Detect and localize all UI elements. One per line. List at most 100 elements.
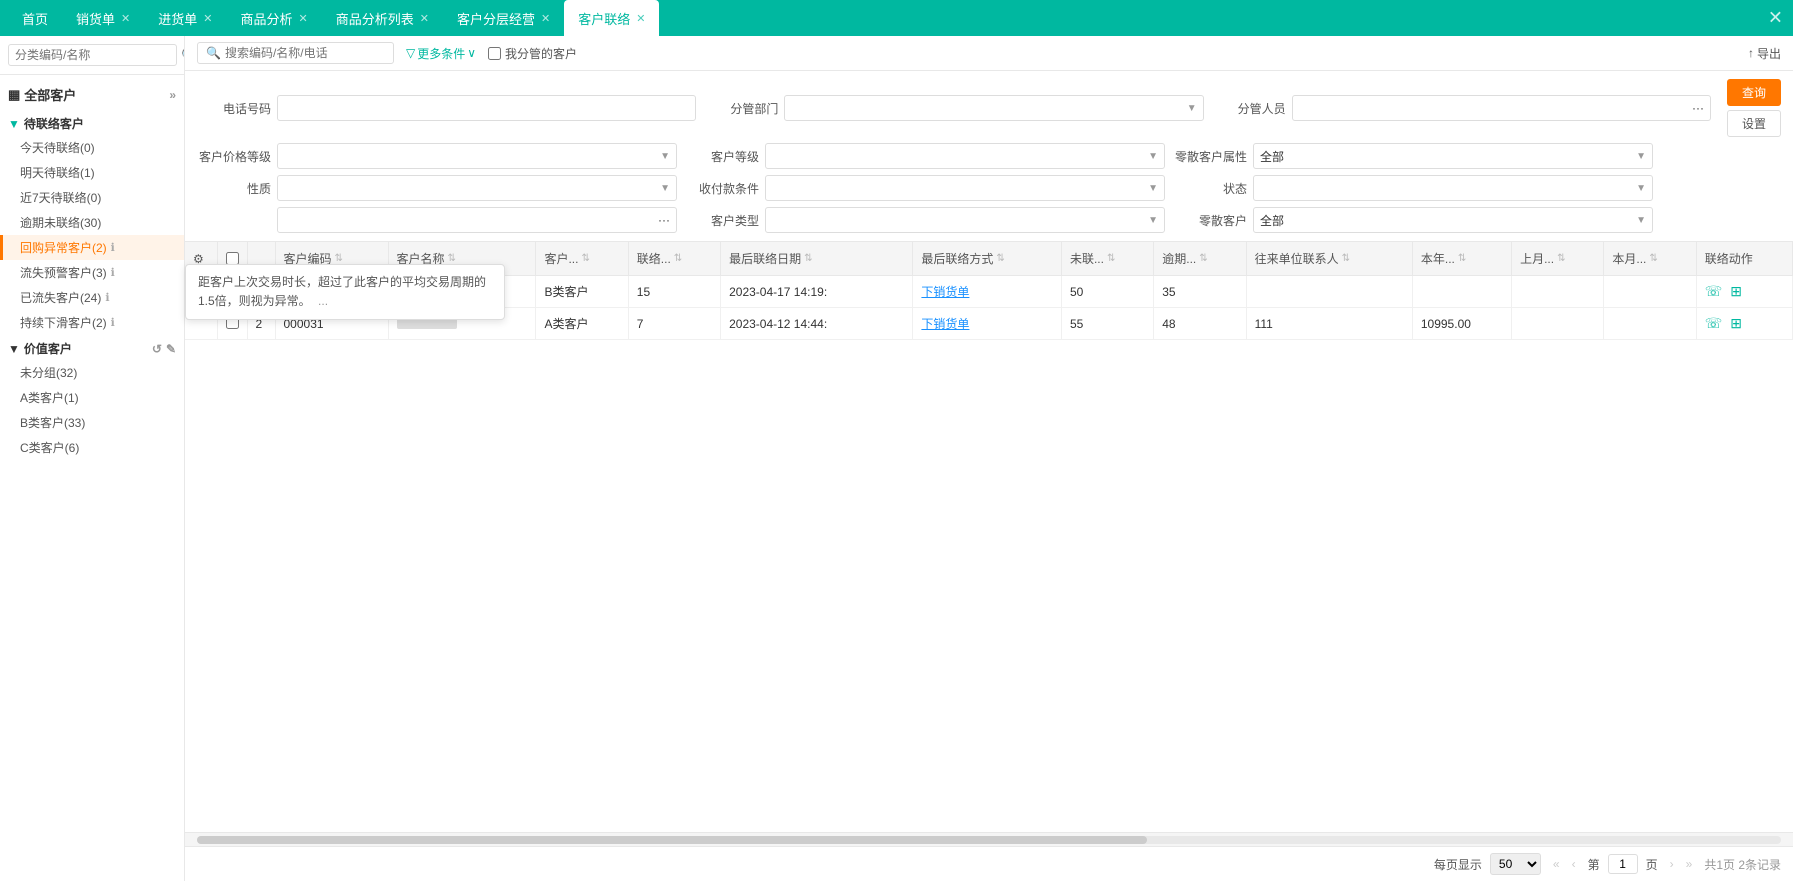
- sidebar-item-overdue[interactable]: 逾期未联络(30): [0, 210, 184, 235]
- th-last-contact-method[interactable]: 最后联络方式 ⇅: [913, 242, 1062, 276]
- filter-dots-select[interactable]: ···: [277, 207, 677, 233]
- sidebar-item-7days[interactable]: 近7天待联络(0): [0, 185, 184, 210]
- th-uncontacted[interactable]: 未联... ⇅: [1061, 242, 1153, 276]
- close-all-button[interactable]: ✕: [1768, 8, 1783, 29]
- per-page-label: 每页显示: [1434, 856, 1482, 873]
- th-this-year[interactable]: 本年... ⇅: [1412, 242, 1511, 276]
- page-size-select[interactable]: 50 20 100: [1490, 853, 1541, 875]
- filter-dept-select[interactable]: ▼: [784, 95, 1203, 121]
- refresh-icon[interactable]: ↺: [152, 342, 162, 356]
- filter-price-level-select[interactable]: ▼: [277, 143, 677, 169]
- prev-page-button[interactable]: ‹: [1568, 856, 1580, 872]
- nav-close-analysis-list[interactable]: ✕: [420, 12, 429, 25]
- sidebar-item-repurchase-abnormal[interactable]: 回购异常客户(2) ℹ: [0, 235, 184, 260]
- tooltip-dots: ...: [318, 294, 328, 308]
- search-input[interactable]: [225, 46, 385, 60]
- method-link-2[interactable]: 下销货单: [921, 317, 969, 331]
- th-this-month[interactable]: 本月... ⇅: [1604, 242, 1696, 276]
- th-this-month-label: 本月...: [1612, 250, 1646, 267]
- sidebar-item-loss-warning[interactable]: 流失预警客户(3) ℹ: [0, 260, 184, 285]
- filter-scattered: 零散客户 全部 ▼: [1173, 207, 1653, 233]
- filter-status-label: 状态: [1173, 180, 1253, 197]
- filter-more-button[interactable]: ▽ 更多条件 ∨: [406, 45, 476, 62]
- edit-icon[interactable]: ✎: [166, 342, 176, 356]
- nav-close-customer-contact[interactable]: ✕: [636, 12, 645, 25]
- nav-item-sales[interactable]: 销货单 ✕: [62, 0, 144, 36]
- filter-payment-select[interactable]: ▼: [765, 175, 1165, 201]
- filter-customer-level-select[interactable]: ▼: [765, 143, 1165, 169]
- last-page-button[interactable]: »: [1682, 856, 1697, 872]
- collapse-icon[interactable]: »: [169, 88, 176, 102]
- nav-item-purchase[interactable]: 进货单 ✕: [144, 0, 226, 36]
- th-customer-type-label: 客户...: [544, 250, 578, 267]
- filter-payment: 收付款条件 ▼: [685, 175, 1165, 201]
- filter-customer-level: 客户等级 ▼: [685, 143, 1165, 169]
- method-link-1[interactable]: 下销货单: [921, 285, 969, 299]
- sidebar-search-bar: 🔍: [0, 36, 184, 75]
- th-last-contact-date[interactable]: 最后联络日期 ⇅: [721, 242, 913, 276]
- scattered-arrow: ▼: [1636, 215, 1646, 226]
- scrollbar-track[interactable]: [197, 836, 1781, 844]
- th-contact-count[interactable]: 联络... ⇅: [628, 242, 720, 276]
- sidebar-all-customers[interactable]: ▦ 全部客户 »: [0, 79, 184, 110]
- sidebar-search-input[interactable]: [8, 44, 177, 66]
- page-number-input[interactable]: [1608, 854, 1638, 874]
- nature-arrow: ▼: [660, 183, 670, 194]
- nav-close-analysis[interactable]: ✕: [299, 12, 308, 25]
- nav-item-analysis-list[interactable]: 商品分析列表 ✕: [322, 0, 443, 36]
- filter-nature-select[interactable]: ▼: [277, 175, 677, 201]
- nav-close-sales[interactable]: ✕: [121, 12, 130, 25]
- th-this-year-label: 本年...: [1421, 250, 1455, 267]
- phone-icon-1[interactable]: ☏: [1705, 283, 1723, 300]
- my-customers-checkbox[interactable]: [488, 47, 501, 60]
- next-page-button[interactable]: ›: [1666, 856, 1678, 872]
- filter-manager-dots: ···: [1692, 101, 1704, 115]
- th-last-contact-date-label: 最后联络日期: [729, 250, 801, 267]
- filter-manager-select[interactable]: ···: [1292, 95, 1711, 121]
- schedule-icon-2[interactable]: ⊞: [1730, 315, 1742, 332]
- filter-action-buttons: 查询 设置: [1727, 79, 1781, 137]
- filter-scattered-attr-select[interactable]: 全部 ▼: [1253, 143, 1653, 169]
- overdue-contact-label: 逾期未联络(30): [20, 214, 101, 231]
- first-page-button[interactable]: «: [1549, 856, 1564, 872]
- td-method-2[interactable]: 下销货单: [913, 308, 1062, 340]
- filter-phone-input[interactable]: [277, 95, 696, 121]
- nav-item-analysis[interactable]: 商品分析 ✕: [226, 0, 321, 36]
- sidebar-item-unclassified[interactable]: 未分组(32): [0, 360, 184, 385]
- sidebar-item-class-a[interactable]: A类客户(1): [0, 385, 184, 410]
- sidebar-item-class-b[interactable]: B类客户(33): [0, 410, 184, 435]
- td-past-2: 111: [1246, 308, 1412, 340]
- sidebar-item-tomorrow[interactable]: 明天待联络(1): [0, 160, 184, 185]
- horizontal-scrollbar[interactable]: [185, 832, 1793, 846]
- filter-status-select[interactable]: ▼: [1253, 175, 1653, 201]
- scrollbar-thumb[interactable]: [197, 836, 1147, 844]
- page-label: 第: [1584, 855, 1604, 874]
- sidebar-section-pending[interactable]: ▼ 待联络客户: [0, 110, 184, 135]
- sidebar-item-lost[interactable]: 已流失客户(24) ℹ: [0, 285, 184, 310]
- status-arrow: ▼: [1636, 183, 1646, 194]
- sort-icon-contact: ⇅: [674, 253, 682, 264]
- nav-close-customer-ops[interactable]: ✕: [541, 12, 550, 25]
- nav-label-home: 首页: [22, 9, 48, 28]
- nav-item-home[interactable]: 首页: [8, 0, 62, 36]
- th-overdue[interactable]: 逾期... ⇅: [1154, 242, 1246, 276]
- filter-scattered-select[interactable]: 全部 ▼: [1253, 207, 1653, 233]
- schedule-icon-1[interactable]: ⊞: [1730, 283, 1742, 300]
- filter-more-label: 更多条件: [417, 45, 465, 62]
- query-button[interactable]: 查询: [1727, 79, 1781, 106]
- search-input-icon: 🔍: [206, 46, 221, 60]
- sidebar-item-today[interactable]: 今天待联络(0): [0, 135, 184, 160]
- setting-button[interactable]: 设置: [1727, 110, 1781, 137]
- td-method-1[interactable]: 下销货单: [913, 276, 1062, 308]
- sidebar-item-declining[interactable]: 持续下滑客户(2) ℹ: [0, 310, 184, 335]
- nav-close-purchase[interactable]: ✕: [203, 12, 212, 25]
- nav-item-customer-contact[interactable]: 客户联络 ✕: [564, 0, 659, 36]
- filter-customer-type-select[interactable]: ▼: [765, 207, 1165, 233]
- export-button[interactable]: ↑ 导出: [1748, 45, 1781, 62]
- phone-icon-2[interactable]: ☏: [1705, 315, 1723, 332]
- nav-item-customer-ops[interactable]: 客户分层经营 ✕: [443, 0, 564, 36]
- th-last-month[interactable]: 上月... ⇅: [1512, 242, 1604, 276]
- th-customer-type[interactable]: 客户... ⇅: [536, 242, 628, 276]
- th-past-contacts[interactable]: 往来单位联系人 ⇅: [1246, 242, 1412, 276]
- sidebar-item-class-c[interactable]: C类客户(6): [0, 435, 184, 460]
